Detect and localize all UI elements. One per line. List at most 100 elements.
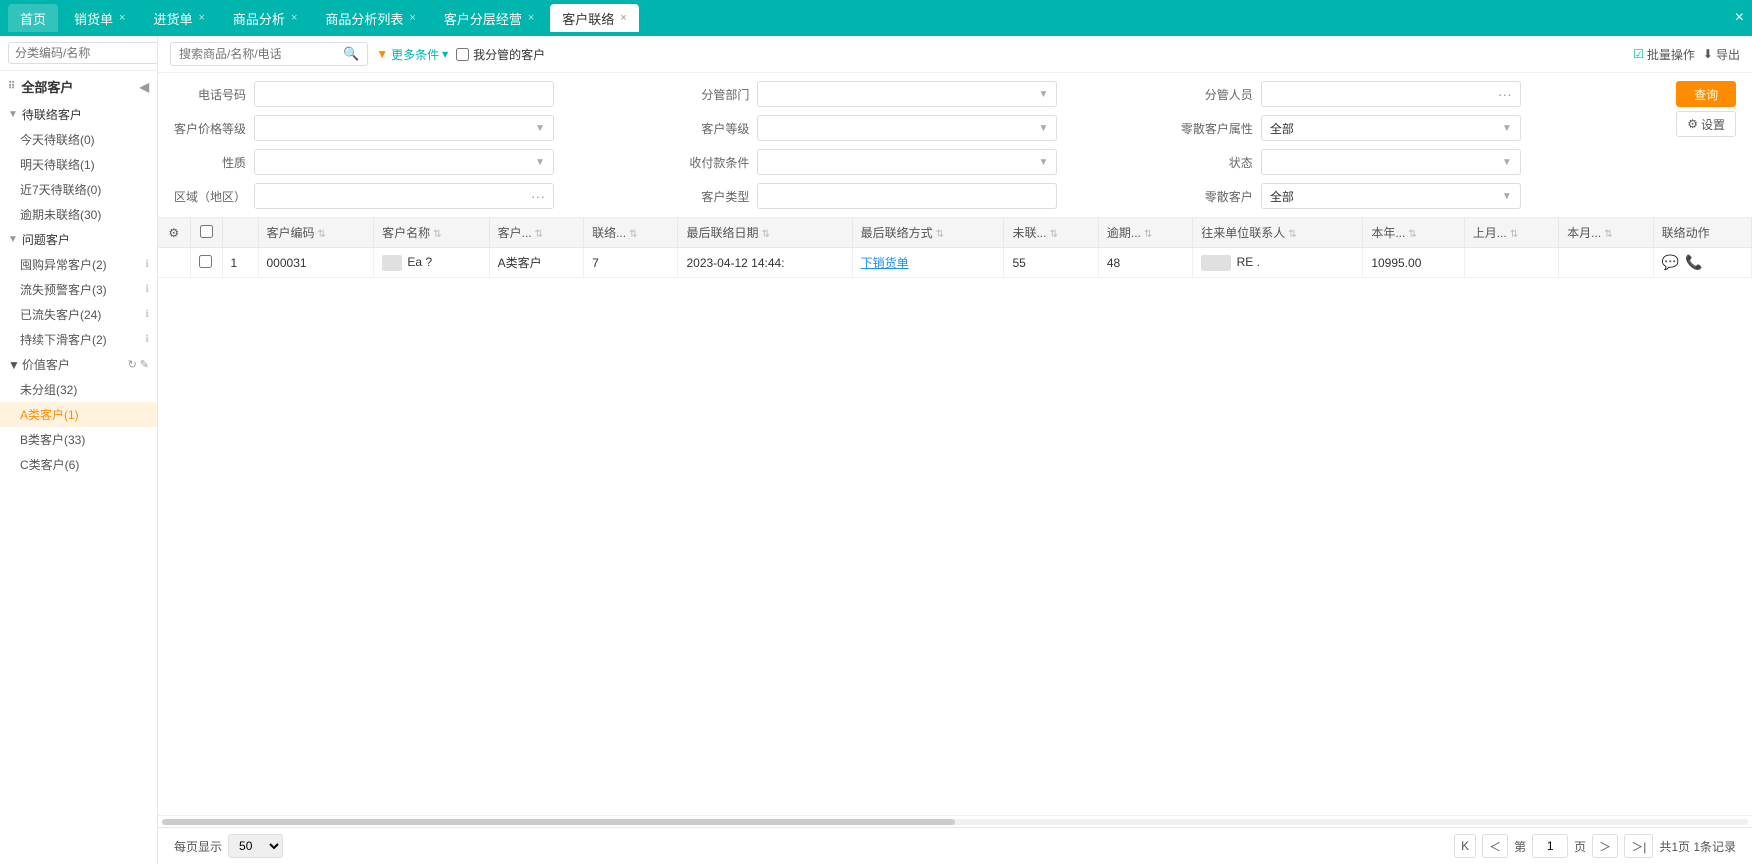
th-last-method[interactable]: 最后联络方式⇅ [852, 218, 1004, 248]
adv-input-phone[interactable] [254, 81, 554, 107]
tab-purchase-close[interactable]: × [198, 12, 204, 24]
tab-customer-tier-close[interactable]: × [528, 12, 534, 24]
sidebar-group-pending[interactable]: ▼ 待联络客户 [0, 102, 157, 127]
page-input[interactable] [1532, 834, 1568, 858]
td-contact: 7 [584, 248, 678, 278]
refresh-icon[interactable]: ↻ [128, 358, 137, 371]
last-page-btn[interactable]: ＞| [1624, 834, 1653, 858]
sidebar-item-warning[interactable]: 流失预警客户(3) ℹ [0, 277, 157, 302]
td-check[interactable] [190, 248, 222, 278]
sidebar-item-c-class[interactable]: C类客户(6) [0, 452, 157, 477]
adv-select-customer-type[interactable] [757, 183, 1057, 209]
tab-product-list-close[interactable]: × [409, 12, 415, 24]
tab-sales-close[interactable]: × [119, 12, 125, 24]
tab-customer-tier[interactable]: 客户分层经营 × [432, 4, 546, 32]
sidebar-item-7days[interactable]: 近7天待联络(0) [0, 177, 157, 202]
th-type[interactable]: 客户...⇅ [489, 218, 583, 248]
sidebar-all-customers[interactable]: ⠿ 全部客户 ◀ [0, 71, 157, 102]
sidebar-item-declining[interactable]: 持续下滑客户(2) ℹ [0, 327, 157, 352]
name-avatar [382, 255, 402, 271]
filter-search-input[interactable] [179, 47, 339, 61]
th-unit-contact-label: 往来单位联系人 [1201, 226, 1285, 240]
sidebar-search-input[interactable] [8, 42, 158, 64]
adv-select-nature[interactable]: ▼ [254, 149, 554, 175]
sort-icon-this-month: ⇅ [1604, 229, 1612, 240]
per-page-select[interactable]: 50 100 200 [228, 834, 283, 858]
sidebar-item-lost[interactable]: 已流失客户(24) ℹ [0, 302, 157, 327]
tab-product-list[interactable]: 商品分析列表 × [313, 4, 427, 32]
tab-purchase[interactable]: 进货单 × [141, 4, 216, 32]
tab-sales[interactable]: 销货单 × [62, 4, 137, 32]
sidebar-group-problem[interactable]: ▼ 问题客户 [0, 227, 157, 252]
sidebar-group-value[interactable]: ▼ 价值客户 ↻ ✎ [0, 352, 157, 377]
filter-more-btn[interactable]: ▼ 更多条件 ▾ [376, 46, 448, 63]
th-unit-contact[interactable]: 往来单位联系人⇅ [1193, 218, 1363, 248]
td-no-contact: 55 [1004, 248, 1098, 278]
my-customers-checkbox-container[interactable]: 我分管的客户 [456, 46, 545, 63]
th-overdue[interactable]: 逾期...⇅ [1098, 218, 1192, 248]
adv-select-retail-attr[interactable]: 全部 ▼ [1261, 115, 1521, 141]
dots-more-icon[interactable]: ··· [1498, 86, 1512, 102]
adv-select-manager[interactable]: ··· [1261, 81, 1521, 107]
th-settings[interactable]: ⚙ [158, 218, 190, 248]
prev-page-btn[interactable]: ＜ [1482, 834, 1508, 858]
edit-icon[interactable]: ✎ [140, 358, 149, 371]
tab-product-analysis[interactable]: 商品分析 × [221, 4, 309, 32]
export-btn[interactable]: ⬇ 导出 [1703, 46, 1740, 63]
tab-home[interactable]: 首页 [8, 4, 58, 32]
th-contact[interactable]: 联络...⇅ [584, 218, 678, 248]
th-last-month-label: 上月... [1473, 226, 1507, 240]
tab-customer-contact[interactable]: 客户联络 × [550, 4, 638, 32]
adv-select-status[interactable]: ▼ [1261, 149, 1521, 175]
top-nav: 首页 销货单 × 进货单 × 商品分析 × 商品分析列表 × 客户分层经营 × … [0, 0, 1752, 36]
adv-select-region[interactable]: ··· [254, 183, 554, 209]
th-name[interactable]: 客户名称⇅ [374, 218, 490, 248]
my-customers-checkbox[interactable] [456, 48, 469, 61]
th-this-year[interactable]: 本年...⇅ [1363, 218, 1464, 248]
window-close-icon[interactable]: × [1735, 9, 1744, 27]
sidebar-item-a-class[interactable]: A类客户(1) [0, 402, 157, 427]
th-last-month[interactable]: 上月...⇅ [1464, 218, 1558, 248]
th-this-month[interactable]: 本月...⇅ [1559, 218, 1653, 248]
adv-select-customer-level[interactable]: ▼ [757, 115, 1057, 141]
query-button[interactable]: 查询 [1676, 81, 1736, 107]
adv-select-payment[interactable]: ▼ [757, 149, 1057, 175]
scrollbar-thumb[interactable] [162, 819, 955, 825]
sidebar-collapse-icon[interactable]: ◀ [140, 80, 149, 94]
table-wrapper[interactable]: ⚙ 客户编码⇅ 客户名称⇅ 客户...⇅ 联络...⇅ 最后联络日期⇅ 最后联络… [158, 218, 1752, 815]
th-code[interactable]: 客户编码⇅ [258, 218, 374, 248]
action-message-icon[interactable]: 💬 [1662, 254, 1679, 271]
sidebar-item-ungroup[interactable]: 未分组(32) [0, 377, 157, 402]
row-last-method[interactable]: 下销货单 [861, 256, 909, 270]
horizontal-scrollbar[interactable] [158, 815, 1752, 827]
tab-product-analysis-close[interactable]: × [291, 12, 297, 24]
scrollbar-track[interactable] [162, 819, 1748, 825]
info-icon3: ℹ [145, 309, 149, 320]
adv-select-price-level[interactable]: ▼ [254, 115, 554, 141]
filter-search-icon[interactable]: 🔍 [343, 46, 359, 62]
sidebar-item-today[interactable]: 今天待联络(0) [0, 127, 157, 152]
row-this-year: 10995.00 [1371, 256, 1421, 270]
first-page-btn[interactable]: K [1454, 834, 1476, 858]
settings-button[interactable]: ⚙ 设置 [1676, 111, 1736, 137]
info-icon4: ℹ [145, 334, 149, 345]
sidebar-item-overdue[interactable]: 逾期未联络(30) [0, 202, 157, 227]
th-no-contact[interactable]: 未联...⇅ [1004, 218, 1098, 248]
sidebar-item-abnormal[interactable]: 囤购异常客户(2) ℹ [0, 252, 157, 277]
action-phone-icon[interactable]: 📞 [1685, 254, 1702, 271]
adv-select-retail-attr-value: 全部 [1270, 120, 1294, 137]
next-page-btn[interactable]: ＞ [1592, 834, 1618, 858]
sidebar-item-tomorrow[interactable]: 明天待联络(1) [0, 152, 157, 177]
sort-icon-no-contact: ⇅ [1049, 229, 1057, 240]
adv-select-retail[interactable]: 全部 ▼ [1261, 183, 1521, 209]
th-check[interactable] [190, 218, 222, 248]
adv-select-dept[interactable]: ▼ [757, 81, 1057, 107]
select-all-checkbox[interactable] [200, 225, 213, 238]
bulk-ops-btn[interactable]: ☑ 批量操作 [1633, 46, 1695, 63]
adv-field-payment: 收付款条件 ▼ [677, 149, 1160, 175]
th-last-date[interactable]: 最后联络日期⇅ [678, 218, 852, 248]
dots-region-icon[interactable]: ··· [531, 188, 545, 204]
tab-customer-contact-close[interactable]: × [620, 12, 626, 24]
sidebar-item-b-class[interactable]: B类客户(33) [0, 427, 157, 452]
row-checkbox[interactable] [199, 255, 212, 268]
